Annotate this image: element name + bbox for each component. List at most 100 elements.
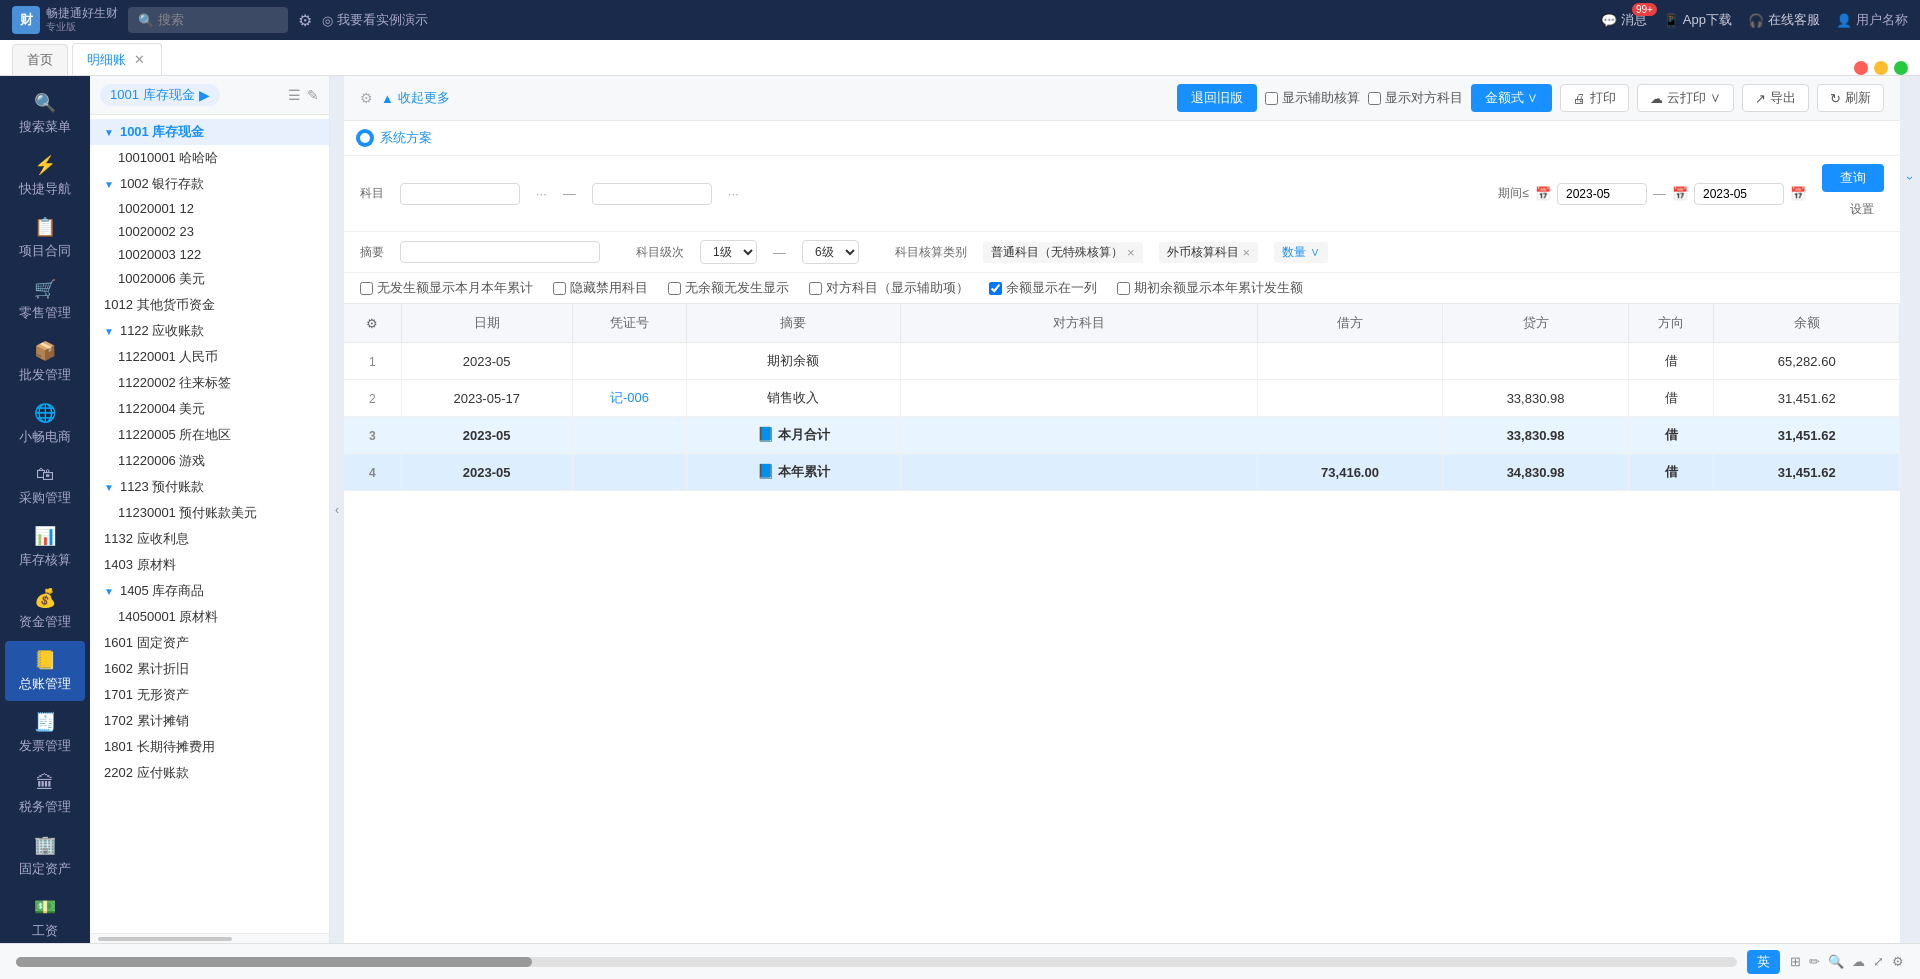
subject-input-end[interactable] bbox=[592, 183, 712, 205]
checkbox-begin-balance[interactable]: 期初余额显示本年累计发生额 bbox=[1117, 279, 1303, 297]
tag-close-1[interactable]: × bbox=[1127, 245, 1135, 260]
tab-home[interactable]: 首页 bbox=[12, 44, 68, 75]
tree-edit-icon[interactable]: ✎ bbox=[307, 87, 319, 103]
subject-input[interactable] bbox=[400, 183, 520, 205]
edit-icon[interactable]: ✏ bbox=[1809, 954, 1820, 969]
tree-node-1122[interactable]: ▼ 1122 应收账款 bbox=[90, 318, 329, 344]
voucher-link[interactable]: 记-006 bbox=[610, 390, 649, 405]
tree-node-10010001[interactable]: 10010001 哈哈哈 bbox=[90, 145, 329, 171]
tree-node-10020002[interactable]: 10020002 23 bbox=[90, 220, 329, 243]
tree-toggle-1001[interactable]: ▼ bbox=[104, 127, 114, 138]
checkbox-counterpart[interactable]: 对方科目（显示辅助项） bbox=[809, 279, 969, 297]
tree-node-10020003[interactable]: 10020003 122 bbox=[90, 243, 329, 266]
window-min-btn[interactable] bbox=[1874, 61, 1888, 75]
tree-node-1403[interactable]: 1403 原材料 bbox=[90, 552, 329, 578]
amount-format-btn[interactable]: 金额式 ∨ bbox=[1471, 84, 1553, 112]
refresh-btn[interactable]: ↻ 刷新 bbox=[1817, 84, 1884, 112]
setting-link-btn[interactable]: 设置 bbox=[1840, 196, 1884, 223]
horizontal-scrollbar[interactable] bbox=[16, 957, 1737, 967]
user-menu[interactable]: 👤 用户名称 bbox=[1836, 11, 1908, 29]
settings-bottom-btn[interactable]: ⚙ bbox=[1892, 954, 1904, 969]
tree-node-1123[interactable]: ▼ 1123 预付账款 bbox=[90, 474, 329, 500]
tree-node-10020001[interactable]: 10020001 12 bbox=[90, 197, 329, 220]
query-btn[interactable]: 查询 bbox=[1822, 164, 1884, 192]
checkbox-no-balance2[interactable]: 无余额无发生显示 bbox=[668, 279, 789, 297]
checkbox-no-balance[interactable]: 无发生额显示本月本年累计 bbox=[360, 279, 533, 297]
tree-list-icon[interactable]: ☰ bbox=[288, 87, 301, 103]
tree-scrollbar[interactable] bbox=[90, 933, 329, 943]
collapse-filter-btn[interactable]: ▲ 收起更多 bbox=[381, 89, 450, 107]
tree-node-1002[interactable]: ▼ 1002 银行存款 bbox=[90, 171, 329, 197]
col-settings[interactable]: ⚙ bbox=[344, 304, 401, 343]
tree-node-1801[interactable]: 1801 长期待摊费用 bbox=[90, 734, 329, 760]
sidebar-item-search[interactable]: 🔍 搜索菜单 bbox=[5, 84, 85, 144]
top-search[interactable]: 🔍 搜索 bbox=[128, 7, 288, 33]
period-start-input[interactable] bbox=[1557, 183, 1647, 205]
summary-input[interactable] bbox=[400, 241, 600, 263]
tree-node-11220002[interactable]: 11220002 往来标签 bbox=[90, 370, 329, 396]
tree-node-2202[interactable]: 2202 应付账款 bbox=[90, 760, 329, 786]
tree-toggle-1122[interactable]: ▼ bbox=[104, 326, 114, 337]
left-collapse-handle[interactable]: ‹ bbox=[330, 76, 344, 943]
tree-node-14050001[interactable]: 14050001 原材料 bbox=[90, 604, 329, 630]
tree-toggle-1123[interactable]: ▼ bbox=[104, 482, 114, 493]
system-scheme-btn[interactable]: 系统方案 bbox=[356, 129, 432, 147]
show-aux-checkbox[interactable] bbox=[1265, 92, 1278, 105]
tree-node-11220001[interactable]: 11220001 人民币 bbox=[90, 344, 329, 370]
window-close-btn[interactable] bbox=[1854, 61, 1868, 75]
category-tag-3[interactable]: 数量 ∨ bbox=[1274, 242, 1327, 263]
tree-node-11220004[interactable]: 11220004 美元 bbox=[90, 396, 329, 422]
sidebar-item-quicknav[interactable]: ⚡ 快捷导航 bbox=[5, 146, 85, 206]
demo-link[interactable]: ◎ 我要看实例演示 bbox=[322, 11, 428, 29]
tab-close-ledger[interactable]: ✕ bbox=[132, 50, 147, 69]
show-subject-checkbox[interactable] bbox=[1368, 92, 1381, 105]
export-btn[interactable]: ↗ 导出 bbox=[1742, 84, 1809, 112]
tree-node-11230001[interactable]: 11230001 预付账款美元 bbox=[90, 500, 329, 526]
tree-node-11220005[interactable]: 11220005 所在地区 bbox=[90, 422, 329, 448]
period-end-input[interactable] bbox=[1694, 183, 1784, 205]
counterpart-checkbox[interactable] bbox=[809, 282, 822, 295]
begin-balance-checkbox[interactable] bbox=[1117, 282, 1130, 295]
tree-node-1012[interactable]: 1012 其他货币资金 bbox=[90, 292, 329, 318]
app-download-btn[interactable]: 📱 App下载 bbox=[1663, 11, 1732, 29]
sidebar-item-accounting[interactable]: 📒 总账管理 bbox=[5, 641, 85, 701]
sidebar-item-retail[interactable]: 🛒 零售管理 bbox=[5, 270, 85, 330]
tree-node-10020006[interactable]: 10020006 美元 bbox=[90, 266, 329, 292]
tree-node-1701[interactable]: 1701 无形资产 bbox=[90, 682, 329, 708]
return-old-version-btn[interactable]: 退回旧版 bbox=[1177, 84, 1257, 112]
level-end-select[interactable]: 6级 bbox=[802, 240, 859, 264]
sidebar-item-tax[interactable]: 🏛 税务管理 bbox=[5, 765, 85, 824]
online-service-btn[interactable]: 🎧 在线客服 bbox=[1748, 11, 1820, 29]
level-start-select[interactable]: 1级 bbox=[700, 240, 757, 264]
sidebar-item-purchase[interactable]: 🛍 采购管理 bbox=[5, 456, 85, 515]
tree-node-1602[interactable]: 1602 累计折旧 bbox=[90, 656, 329, 682]
sidebar-item-invoice[interactable]: 🧾 发票管理 bbox=[5, 703, 85, 763]
language-btn[interactable]: 英 bbox=[1747, 950, 1780, 974]
no-balance2-checkbox[interactable] bbox=[668, 282, 681, 295]
checkbox-hide-disabled[interactable]: 隐藏禁用科目 bbox=[553, 279, 648, 297]
show-one-col-checkbox[interactable] bbox=[989, 282, 1002, 295]
tree-selected-tag[interactable]: 1001 库存现金 ▶ bbox=[100, 84, 220, 106]
no-balance-checkbox[interactable] bbox=[360, 282, 373, 295]
right-collapse-icon[interactable]: › bbox=[1903, 176, 1917, 180]
sidebar-item-capital[interactable]: 💰 资金管理 bbox=[5, 579, 85, 639]
filter-settings-icon[interactable]: ⚙ bbox=[360, 90, 373, 106]
expand-icon[interactable]: ⤢ bbox=[1873, 954, 1884, 969]
settings-icon[interactable]: ⚙ bbox=[298, 11, 312, 30]
window-max-btn[interactable] bbox=[1894, 61, 1908, 75]
tag-close-2[interactable]: × bbox=[1243, 245, 1251, 260]
tree-node-11220006[interactable]: 11220006 游戏 bbox=[90, 448, 329, 474]
hide-disabled-checkbox[interactable] bbox=[553, 282, 566, 295]
cloud-bottom-icon[interactable]: ☁ bbox=[1852, 954, 1865, 969]
tree-node-1601[interactable]: 1601 固定资产 bbox=[90, 630, 329, 656]
zoom-icon[interactable]: 🔍 bbox=[1828, 954, 1844, 969]
sidebar-item-assets[interactable]: 🏢 固定资产 bbox=[5, 826, 85, 886]
checkbox-show-one-col[interactable]: 余额显示在一列 bbox=[989, 279, 1097, 297]
tree-node-1001[interactable]: ▼ 1001 库存现金 bbox=[90, 119, 329, 145]
tree-node-1702[interactable]: 1702 累计摊销 bbox=[90, 708, 329, 734]
tree-toggle-1405[interactable]: ▼ bbox=[104, 586, 114, 597]
right-collapse-panel[interactable]: › bbox=[1900, 76, 1920, 943]
tree-toggle-1002[interactable]: ▼ bbox=[104, 179, 114, 190]
tree-node-1132[interactable]: 1132 应收利息 bbox=[90, 526, 329, 552]
grid-icon[interactable]: ⊞ bbox=[1790, 954, 1801, 969]
